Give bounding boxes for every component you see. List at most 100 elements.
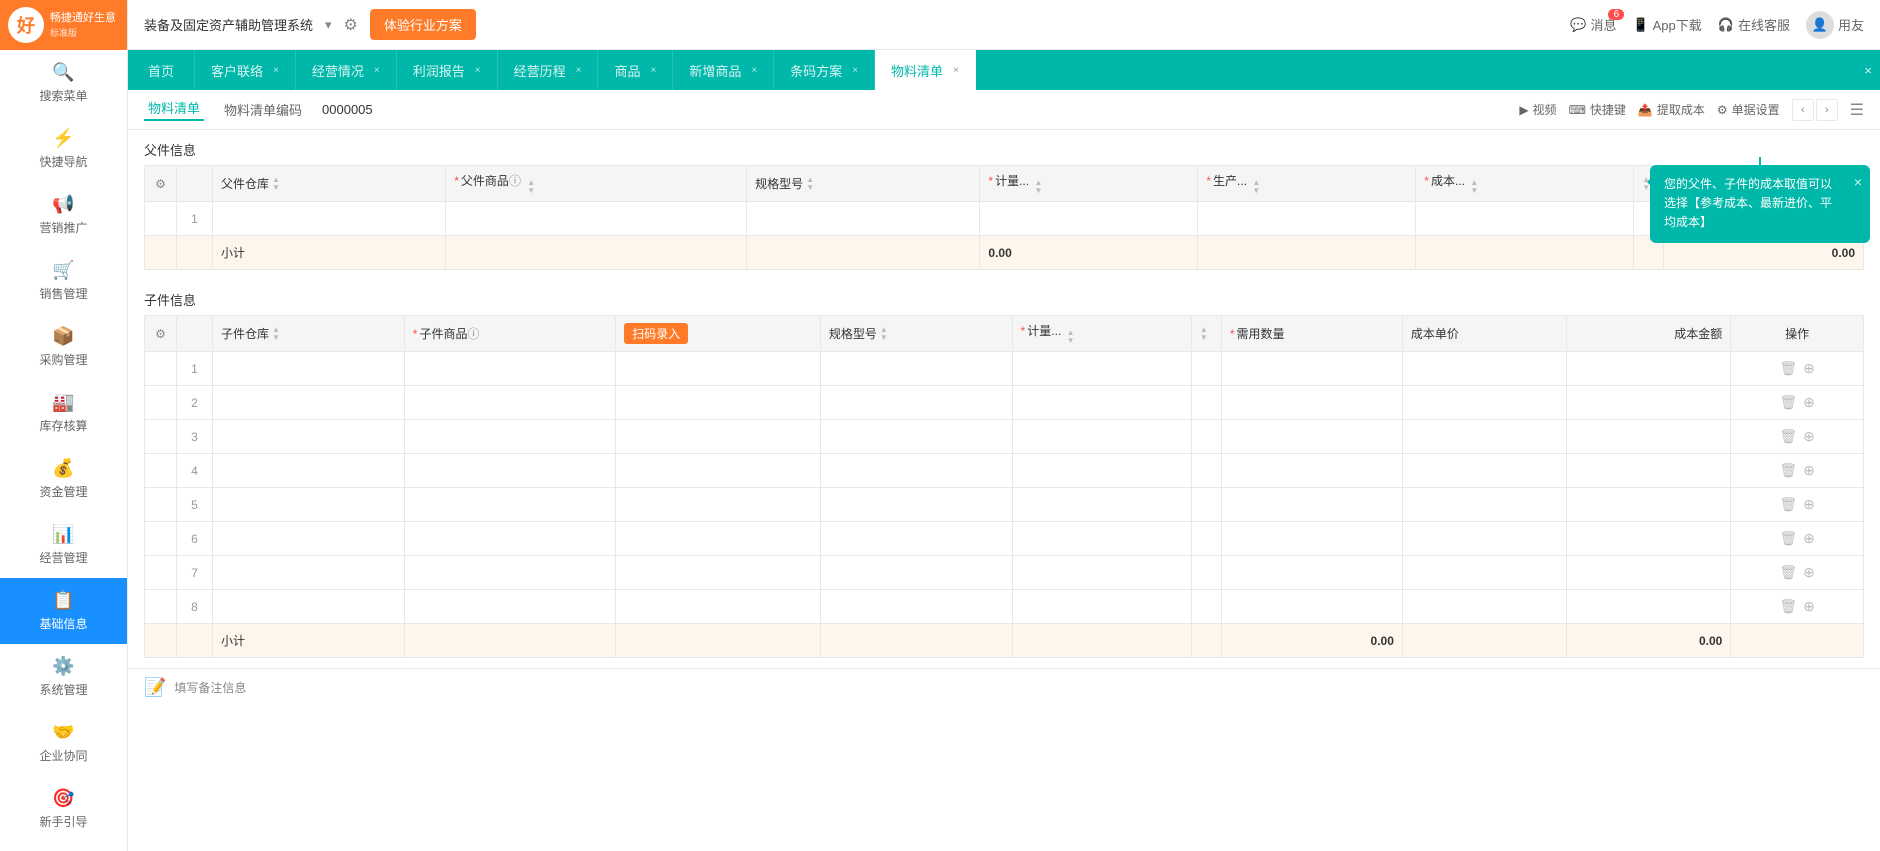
child-row-4-warehouse[interactable] <box>213 454 405 488</box>
tab-close-customer[interactable]: × <box>273 65 279 76</box>
child-row-5-unit-cost[interactable] <box>1402 488 1566 522</box>
child-row-3-unit-cost[interactable] <box>1402 420 1566 454</box>
parent-th-settings[interactable]: ⚙ <box>145 166 177 202</box>
sidebar-item-system[interactable]: ⚙️ 系统管理 <box>0 644 127 710</box>
dropdown-icon[interactable]: ▾ <box>325 17 332 33</box>
child-row-2-spec[interactable] <box>820 386 1012 420</box>
sidebar-item-inventory[interactable]: 🏭 库存核算 <box>0 380 127 446</box>
tab-close-profit-report[interactable]: × <box>475 65 481 76</box>
sidebar-item-quick-nav[interactable]: ⚡ 快捷导航 <box>0 116 127 182</box>
bottom-hint[interactable]: 📝 填写备注信息 <box>128 668 1880 706</box>
parent-row-1-production[interactable] <box>1198 202 1416 236</box>
child-row-7-spec[interactable] <box>820 556 1012 590</box>
app-download-button[interactable]: 📱 App下载 <box>1632 15 1701 34</box>
child-row-6-unit-cost[interactable] <box>1402 522 1566 556</box>
delete-icon-row-7[interactable]: 🗑 <box>1779 564 1797 581</box>
tab-close-products[interactable]: × <box>650 65 656 76</box>
child-row-8-warehouse[interactable] <box>213 590 405 624</box>
delete-icon-row-1[interactable]: 🗑 <box>1779 360 1797 377</box>
tab-barcode[interactable]: 条码方案 × <box>774 50 875 90</box>
child-row-4-product[interactable] <box>404 454 615 488</box>
sidebar-item-basic-info[interactable]: 📋 基础信息 <box>0 578 127 644</box>
copy-icon-row-6[interactable]: ⊕ <box>1803 530 1815 547</box>
child-product-info-icon[interactable]: ⓘ <box>467 327 479 341</box>
delete-icon-row-3[interactable]: 🗑 <box>1779 428 1797 445</box>
copy-icon-row-4[interactable]: ⊕ <box>1803 462 1815 479</box>
tab-operations-status[interactable]: 经营情况 × <box>296 50 397 90</box>
child-row-7-warehouse[interactable] <box>213 556 405 590</box>
sidebar-item-enterprise[interactable]: 🤝 企业协同 <box>0 710 127 776</box>
copy-icon-row-7[interactable]: ⊕ <box>1803 564 1815 581</box>
tab-products[interactable]: 商品 × <box>598 50 673 90</box>
child-row-8-spec[interactable] <box>820 590 1012 624</box>
child-row-5-quantity[interactable] <box>1221 488 1402 522</box>
parent-row-1-warehouse[interactable] <box>213 202 446 236</box>
child-row-8-unit[interactable] <box>1012 590 1191 624</box>
sidebar-item-operations[interactable]: 📊 经营管理 <box>0 512 127 578</box>
nav-prev[interactable]: ‹ <box>1792 99 1814 121</box>
parent-row-1-unit[interactable] <box>980 202 1198 236</box>
child-row-3-unit[interactable] <box>1012 420 1191 454</box>
delete-icon-row-5[interactable]: 🗑 <box>1779 496 1797 513</box>
child-row-4-spec[interactable] <box>820 454 1012 488</box>
child-row-6-spec[interactable] <box>820 522 1012 556</box>
single-settings-action[interactable]: ⚙ 单据设置 <box>1717 101 1780 118</box>
child-row-7-unit[interactable] <box>1012 556 1191 590</box>
child-row-3-warehouse[interactable] <box>213 420 405 454</box>
child-row-2-quantity[interactable] <box>1221 386 1402 420</box>
child-row-4-quantity[interactable] <box>1221 454 1402 488</box>
copy-icon-row-5[interactable]: ⊕ <box>1803 496 1815 513</box>
settings-icon[interactable]: ⚙ <box>344 15 358 35</box>
child-row-1-product[interactable] <box>404 352 615 386</box>
sidebar-item-sales[interactable]: 🛒 销售管理 <box>0 248 127 314</box>
online-service-button[interactable]: 🎧 在线客服 <box>1718 15 1790 34</box>
parent-row-1-cost[interactable] <box>1416 202 1634 236</box>
child-row-2-unit[interactable] <box>1012 386 1191 420</box>
child-row-5-unit[interactable] <box>1012 488 1191 522</box>
tab-new-products[interactable]: 新增商品 × <box>673 50 774 90</box>
tab-operations-history[interactable]: 经营历程 × <box>498 50 599 90</box>
delete-icon-row-6[interactable]: 🗑 <box>1779 530 1797 547</box>
tab-close-operations-status[interactable]: × <box>374 65 380 76</box>
nav-next[interactable]: › <box>1816 99 1838 121</box>
sidebar-item-purchase[interactable]: 📦 采购管理 <box>0 314 127 380</box>
video-action[interactable]: ▶ 视频 <box>1519 101 1556 118</box>
trial-button[interactable]: 体验行业方案 <box>370 9 476 40</box>
sidebar-item-guide[interactable]: 🎯 新手引导 <box>0 776 127 842</box>
child-row-1-spec[interactable] <box>820 352 1012 386</box>
parent-row-1-product[interactable] <box>446 202 747 236</box>
tooltip-close-button[interactable]: × <box>1854 171 1862 193</box>
tab-home[interactable]: 首页 <box>128 50 195 90</box>
copy-icon-row-1[interactable]: ⊕ <box>1803 360 1815 377</box>
delete-icon-row-4[interactable]: 🗑 <box>1779 462 1797 479</box>
child-row-2-product[interactable] <box>404 386 615 420</box>
parent-product-info-icon[interactable]: ⓘ <box>509 174 521 188</box>
child-row-4-unit-cost[interactable] <box>1402 454 1566 488</box>
tabs-close-all[interactable]: × <box>1856 50 1880 90</box>
child-row-4-unit[interactable] <box>1012 454 1191 488</box>
sub-tab-bom-code-label[interactable]: 物料清单编码 <box>220 100 306 119</box>
child-row-3-spec[interactable] <box>820 420 1012 454</box>
tab-close-operations-history[interactable]: × <box>576 65 582 76</box>
child-row-5-warehouse[interactable] <box>213 488 405 522</box>
child-row-5-product[interactable] <box>404 488 615 522</box>
sidebar-item-marketing[interactable]: 📢 营销推广 <box>0 182 127 248</box>
child-row-6-quantity[interactable] <box>1221 522 1402 556</box>
child-row-3-quantity[interactable] <box>1221 420 1402 454</box>
child-row-8-quantity[interactable] <box>1221 590 1402 624</box>
child-row-6-warehouse[interactable] <box>213 522 405 556</box>
child-row-1-unit[interactable] <box>1012 352 1191 386</box>
child-row-1-unit-cost[interactable] <box>1402 352 1566 386</box>
child-row-5-spec[interactable] <box>820 488 1012 522</box>
sub-tab-bom-list[interactable]: 物料清单 <box>144 98 204 121</box>
copy-icon-row-3[interactable]: ⊕ <box>1803 428 1815 445</box>
parent-row-1-spec[interactable] <box>747 202 980 236</box>
sidebar-item-finance[interactable]: 💰 资金管理 <box>0 446 127 512</box>
delete-icon-row-8[interactable]: 🗑 <box>1779 598 1797 615</box>
scan-input-button[interactable]: 扫码录入 <box>624 323 688 344</box>
child-row-8-product[interactable] <box>404 590 615 624</box>
view-menu-icon[interactable]: ☰ <box>1850 100 1864 120</box>
tab-close-bom[interactable]: × <box>953 65 959 76</box>
child-row-1-quantity[interactable] <box>1221 352 1402 386</box>
child-row-2-unit-cost[interactable] <box>1402 386 1566 420</box>
